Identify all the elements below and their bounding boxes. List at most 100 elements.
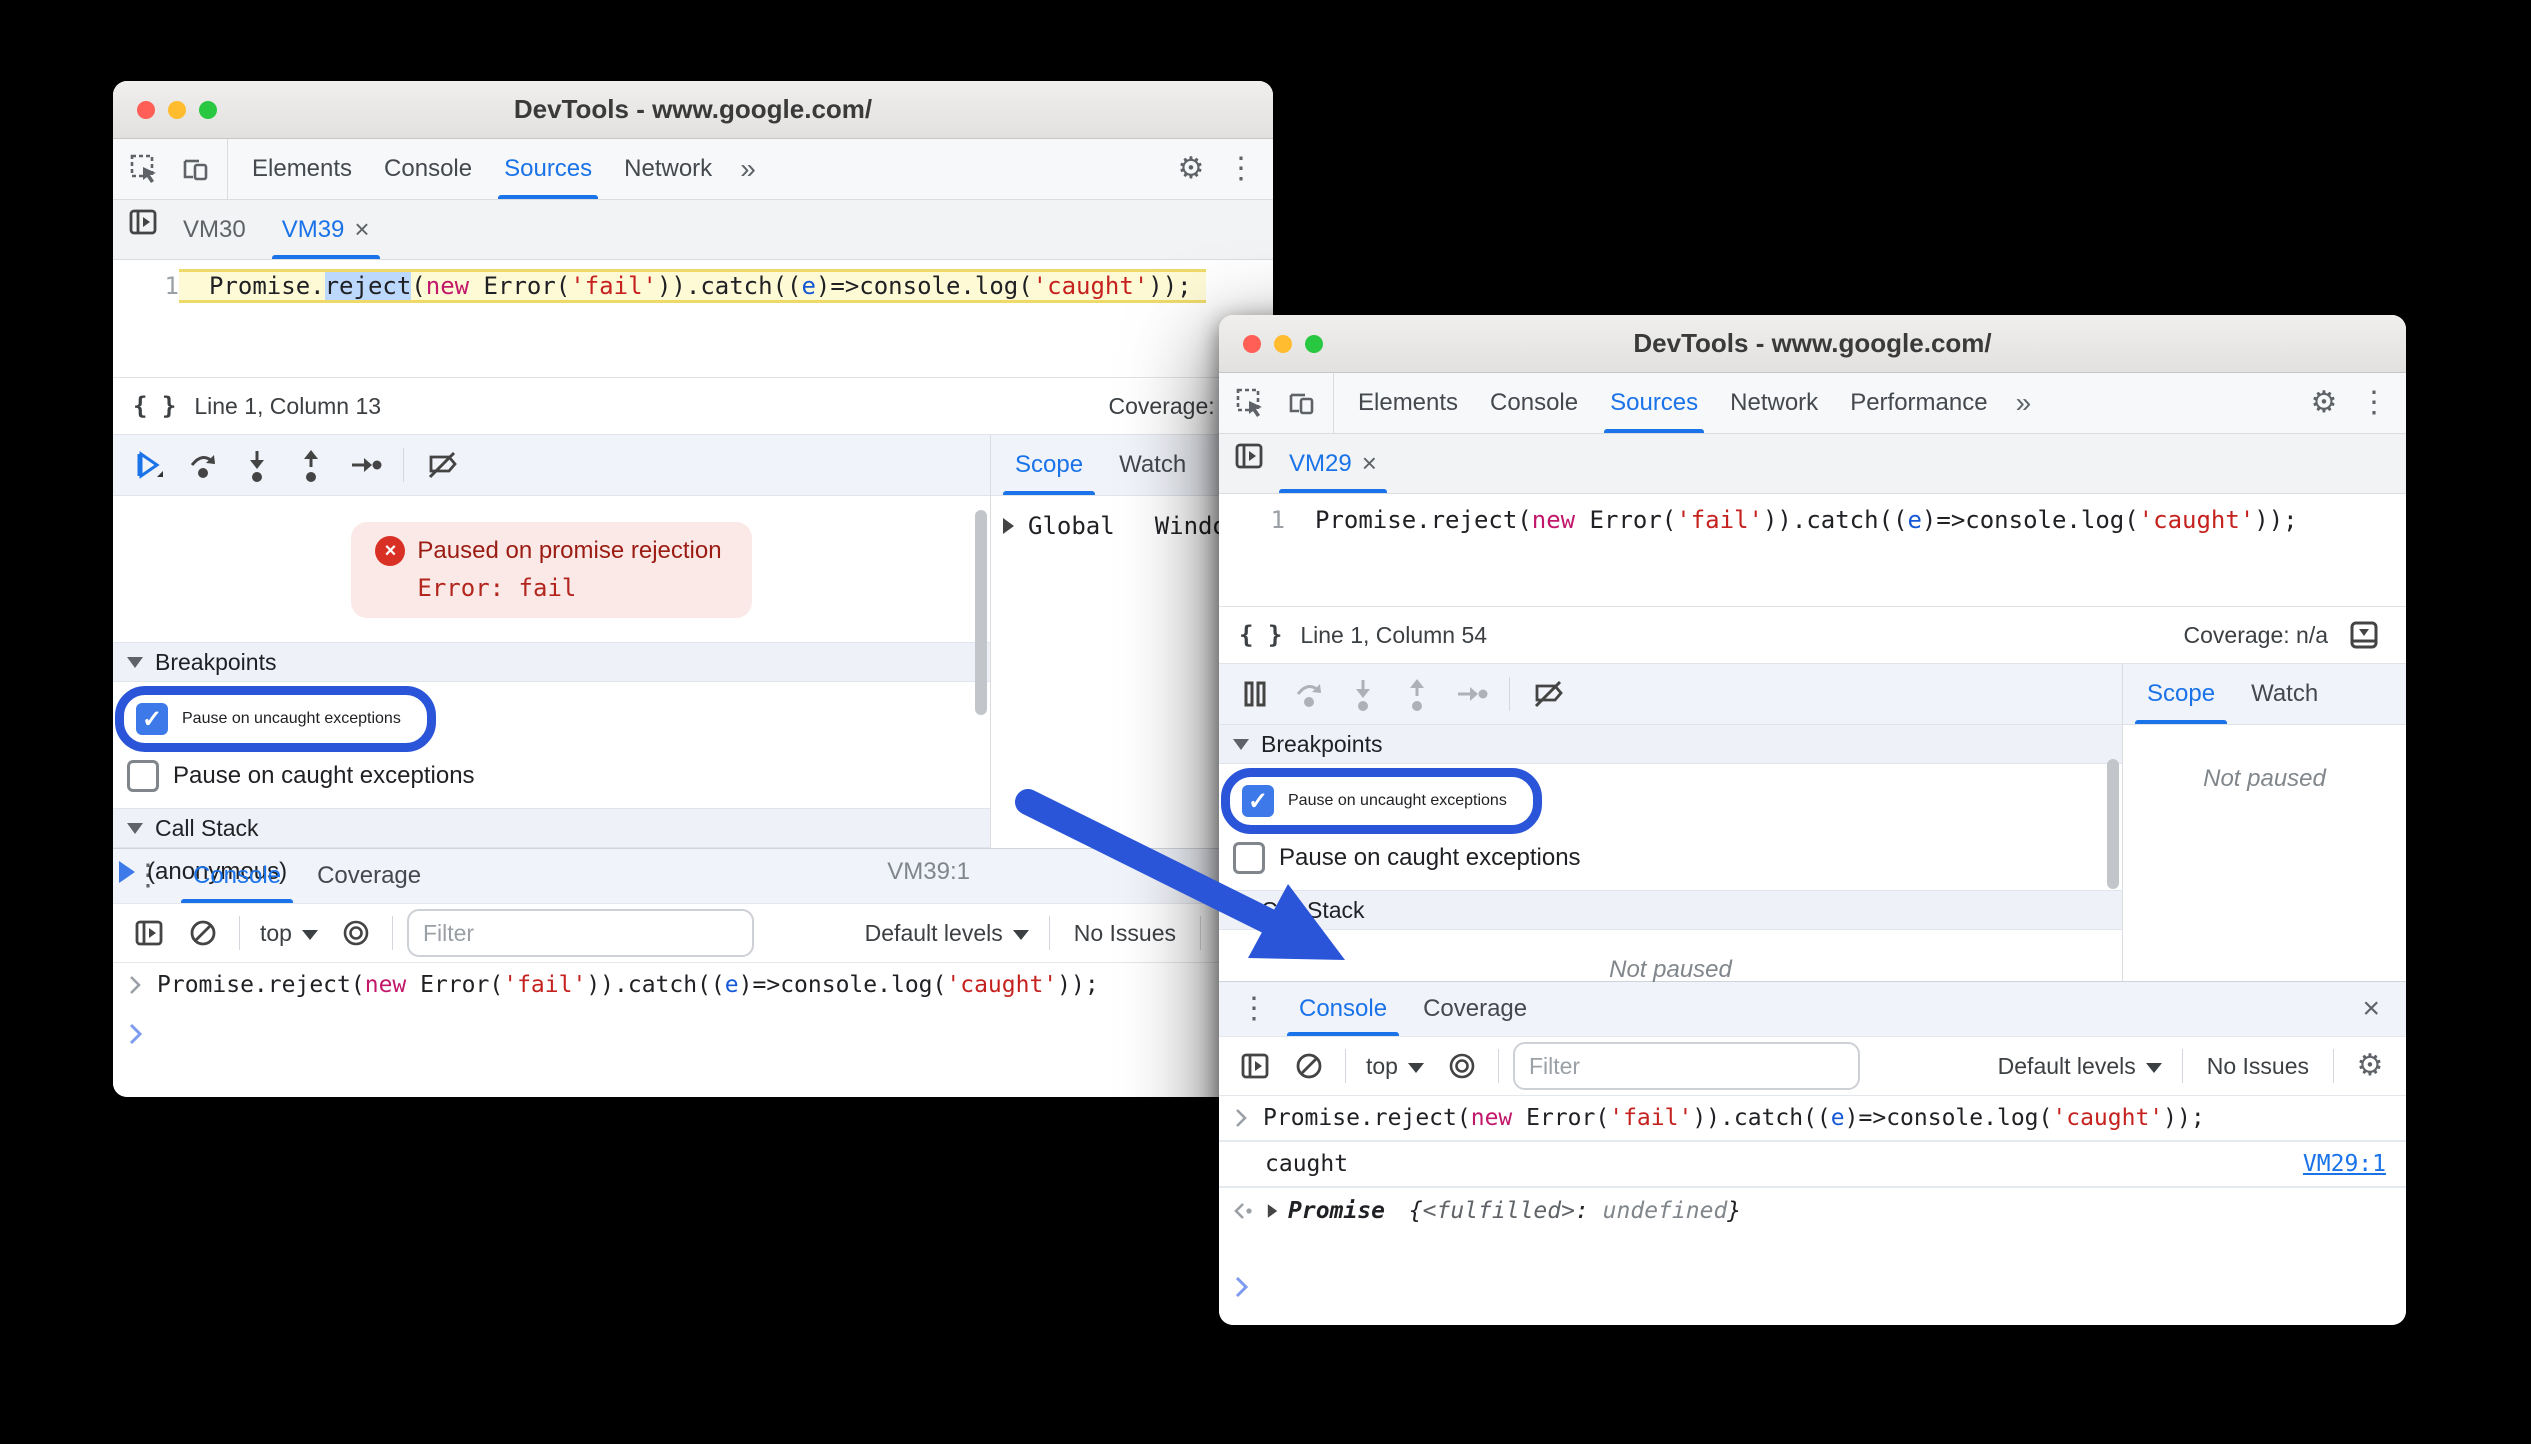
default-levels-selector[interactable]: Default levels (1992, 1053, 2168, 1080)
resume-script-icon[interactable] (127, 443, 171, 487)
context-selector[interactable]: top (1360, 1053, 1430, 1080)
step-over-icon[interactable] (181, 443, 225, 487)
promise-preview: {<fulfilled>: undefined} (1408, 1198, 1742, 1224)
close-tab-icon[interactable]: × (354, 214, 369, 245)
tab-scope[interactable]: Scope (997, 435, 1101, 495)
zoom-window-button[interactable] (1305, 334, 1323, 353)
frame-location[interactable]: VM39:1 (887, 858, 970, 886)
console-sidebar-toggle-icon[interactable] (1233, 1044, 1277, 1088)
filter-input[interactable] (1512, 1042, 1860, 1090)
source-location-link[interactable]: VM29:1 (2303, 1151, 2386, 1177)
context-selector[interactable]: top (254, 920, 324, 947)
expand-triangle-icon[interactable] (1267, 1204, 1278, 1218)
tab-elements[interactable]: Elements (1342, 373, 1474, 433)
source-tab-vm30[interactable]: VM30 (165, 200, 264, 259)
close-tab-icon[interactable]: × (1362, 448, 1377, 479)
dock-drawer-icon[interactable] (2342, 613, 2386, 657)
step-into-icon[interactable] (235, 443, 279, 487)
tab-watch[interactable]: Watch (2233, 664, 2336, 724)
drawer-tabs: ⋮ Console Coverage × (1219, 982, 2406, 1037)
source-tab-vm29[interactable]: VM29 × (1271, 434, 1395, 493)
pause-uncaught-label[interactable]: Pause on uncaught exceptions (1288, 792, 1507, 810)
minimize-window-button[interactable] (1274, 334, 1292, 353)
step-into-icon[interactable] (1341, 672, 1385, 716)
tab-elements[interactable]: Elements (236, 139, 368, 199)
step-out-icon[interactable] (289, 443, 333, 487)
desktop-background: DevTools - www.google.com/ Elements Cons… (0, 0, 2531, 1444)
scrollbar-thumb[interactable] (975, 510, 987, 715)
pause-caught-label[interactable]: Pause on caught exceptions (173, 762, 475, 790)
device-toolbar-icon[interactable] (1279, 381, 1323, 425)
kebab-menu-icon[interactable]: ⋮ (2352, 381, 2396, 425)
minimize-window-button[interactable] (168, 100, 186, 119)
more-tabs-icon[interactable]: » (728, 139, 768, 199)
check-icon: ✓ (1247, 787, 1269, 815)
navigator-sidebar-toggle-icon[interactable] (1227, 434, 1271, 478)
console-sidebar-toggle-icon[interactable] (127, 911, 171, 955)
drawer-tab-coverage[interactable]: Coverage (1405, 982, 1545, 1036)
kebab-menu-icon[interactable]: ⋮ (1227, 982, 1281, 1036)
eye-icon[interactable] (1440, 1044, 1484, 1088)
tab-watch[interactable]: Watch (1101, 435, 1204, 495)
pretty-print-icon[interactable]: { } (1239, 621, 1282, 649)
tab-network[interactable]: Network (608, 139, 728, 199)
more-tabs-icon[interactable]: » (2004, 373, 2044, 433)
settings-gear-icon[interactable]: ⚙ (2302, 381, 2346, 425)
code-editor[interactable]: 1 Promise.reject(new Error('fail')).catc… (1219, 503, 2406, 606)
clear-console-icon[interactable] (1287, 1044, 1331, 1088)
pretty-print-icon[interactable]: { } (133, 392, 176, 420)
tab-sources[interactable]: Sources (1594, 373, 1714, 433)
pause-caught-checkbox[interactable] (1233, 842, 1265, 874)
tab-console[interactable]: Console (1474, 373, 1594, 433)
issues-counter[interactable]: No Issues (2197, 1053, 2319, 1080)
drawer-tab-coverage[interactable]: Coverage (299, 849, 439, 903)
close-drawer-icon[interactable]: × (2344, 982, 2398, 1036)
callstack-section-header[interactable]: Call Stack (113, 808, 990, 848)
code-editor[interactable]: 1 Promise.reject(new Error('fail')).catc… (113, 269, 1273, 377)
inspect-element-icon[interactable] (1229, 381, 1273, 425)
pause-script-icon[interactable] (1233, 672, 1277, 716)
pause-uncaught-label[interactable]: Pause on uncaught exceptions (182, 710, 401, 728)
titlebar[interactable]: DevTools - www.google.com/ (113, 81, 1273, 139)
tab-performance[interactable]: Performance (1834, 373, 2003, 433)
console-settings-gear-icon[interactable]: ⚙ (2348, 1044, 2392, 1088)
clear-console-icon[interactable] (181, 911, 225, 955)
inspect-element-icon[interactable] (123, 147, 167, 191)
drawer-tab-console[interactable]: Console (1281, 982, 1405, 1036)
step-icon[interactable] (1449, 672, 1493, 716)
scope-watch-pane: Scope Watch Not paused (2123, 664, 2406, 981)
settings-gear-icon[interactable]: ⚙ (1169, 147, 1213, 191)
scrollbar-thumb[interactable] (2107, 759, 2119, 889)
tab-console[interactable]: Console (368, 139, 488, 199)
zoom-window-button[interactable] (199, 100, 217, 119)
device-toolbar-icon[interactable] (173, 147, 217, 191)
breakpoints-section-header[interactable]: Breakpoints (1219, 725, 2122, 764)
step-out-icon[interactable] (1395, 672, 1439, 716)
breakpoints-section-header[interactable]: Breakpoints (113, 642, 990, 682)
callstack-section-header[interactable]: Call Stack (1219, 890, 2122, 930)
pause-caught-checkbox[interactable] (127, 760, 159, 792)
deactivate-breakpoints-icon[interactable] (1526, 672, 1570, 716)
eye-icon[interactable] (334, 911, 378, 955)
step-icon[interactable] (343, 443, 387, 487)
step-over-icon[interactable] (1287, 672, 1331, 716)
deactivate-breakpoints-icon[interactable] (420, 443, 464, 487)
kebab-menu-icon[interactable]: ⋮ (1219, 147, 1263, 191)
drawer-tab-console[interactable]: Console (175, 849, 299, 903)
tab-scope[interactable]: Scope (2129, 664, 2233, 724)
navigator-sidebar-toggle-icon[interactable] (121, 200, 165, 244)
pause-uncaught-checkbox[interactable]: ✓ (1242, 785, 1274, 817)
close-window-button[interactable] (137, 100, 155, 119)
console-prompt[interactable] (1219, 1260, 2406, 1314)
titlebar[interactable]: DevTools - www.google.com/ (1219, 315, 2406, 373)
tab-network[interactable]: Network (1714, 373, 1834, 433)
pause-caught-label[interactable]: Pause on caught exceptions (1279, 844, 1581, 872)
console-prompt[interactable] (113, 1007, 1273, 1061)
issues-counter[interactable]: No Issues (1064, 920, 1186, 947)
default-levels-selector[interactable]: Default levels (859, 920, 1035, 947)
pause-uncaught-checkbox[interactable]: ✓ (136, 703, 168, 735)
source-tab-vm39[interactable]: VM39 × (263, 200, 388, 259)
filter-input[interactable] (406, 909, 754, 957)
close-window-button[interactable] (1243, 334, 1261, 353)
tab-sources[interactable]: Sources (488, 139, 608, 199)
